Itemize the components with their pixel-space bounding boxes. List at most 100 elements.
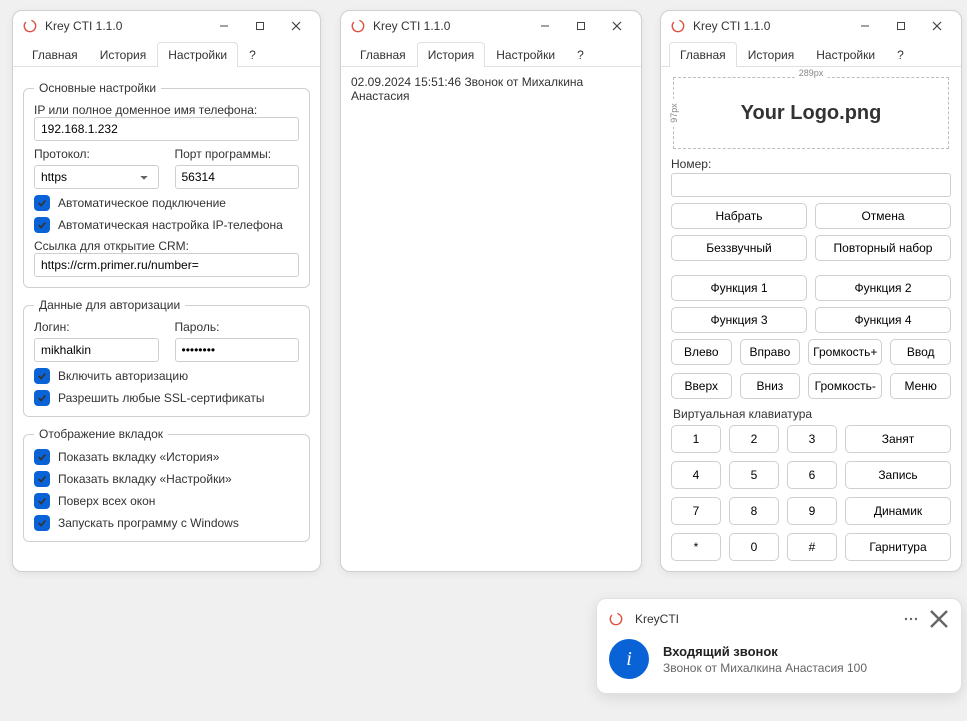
close-icon[interactable] <box>929 609 949 629</box>
up-button[interactable]: Вверх <box>671 373 732 399</box>
function-4-button[interactable]: Функция 4 <box>815 307 951 333</box>
window-history: Krey CTI 1.1.0 Главная История Настройки… <box>340 10 642 572</box>
tabs: Главная История Настройки ? <box>341 41 641 67</box>
number-input[interactable] <box>671 173 951 197</box>
number-label: Номер: <box>671 157 711 171</box>
tabs: Главная История Настройки ? <box>13 41 320 67</box>
auto-connect-checkbox[interactable]: Автоматическое подключение <box>34 195 299 211</box>
show-history-label: Показать вкладку «История» <box>58 450 219 464</box>
more-icon[interactable] <box>901 609 921 629</box>
tab-help[interactable]: ? <box>238 42 267 67</box>
speaker-button[interactable]: Динамик <box>845 497 951 525</box>
minimize-button[interactable] <box>847 14 883 38</box>
window-title: Krey CTI 1.1.0 <box>693 19 770 33</box>
ip-label: IP или полное доменное имя телефона: <box>34 103 257 117</box>
password-input[interactable] <box>175 338 300 362</box>
auto-config-checkbox[interactable]: Автоматическая настройка IP-телефона <box>34 217 299 233</box>
tab-settings[interactable]: Настройки <box>805 42 886 67</box>
tab-settings[interactable]: Настройки <box>485 42 566 67</box>
logo-placeholder[interactable]: 289px 97px Your Logo.png <box>673 77 949 149</box>
password-label: Пароль: <box>175 320 300 334</box>
toast-app-name: KreyCTI <box>635 612 679 626</box>
close-button[interactable] <box>599 14 635 38</box>
down-button[interactable]: Вниз <box>740 373 801 399</box>
key-3[interactable]: 3 <box>787 425 837 453</box>
key-5[interactable]: 5 <box>729 461 779 489</box>
key-9[interactable]: 9 <box>787 497 837 525</box>
silent-button[interactable]: Беззвучный <box>671 235 807 261</box>
tab-history[interactable]: История <box>737 42 806 67</box>
maximize-button[interactable] <box>563 14 599 38</box>
check-icon <box>34 195 50 211</box>
tab-main[interactable]: Главная <box>349 42 417 67</box>
tab-main[interactable]: Главная <box>669 42 737 67</box>
dial-button[interactable]: Набрать <box>671 203 807 229</box>
key-hash[interactable]: # <box>787 533 837 561</box>
tab-help[interactable]: ? <box>886 42 915 67</box>
tabs: Главная История Настройки ? <box>661 41 961 67</box>
autostart-checkbox[interactable]: Запускать программу с Windows <box>34 515 299 531</box>
app-icon <box>609 612 623 626</box>
show-settings-label: Показать вкладку «Настройки» <box>58 472 232 486</box>
port-label: Порт программы: <box>175 147 300 161</box>
topmost-checkbox[interactable]: Поверх всех окон <box>34 493 299 509</box>
group-tabs-title: Отображение вкладок <box>34 427 168 441</box>
busy-button[interactable]: Занят <box>845 425 951 453</box>
close-button[interactable] <box>278 14 314 38</box>
ip-input[interactable] <box>34 117 299 141</box>
show-history-checkbox[interactable]: Показать вкладку «История» <box>34 449 299 465</box>
record-button[interactable]: Запись <box>845 461 951 489</box>
port-input[interactable] <box>175 165 300 189</box>
autostart-label: Запускать программу с Windows <box>58 516 239 530</box>
cancel-button[interactable]: Отмена <box>815 203 951 229</box>
group-tabs: Отображение вкладок Показать вкладку «Ис… <box>23 427 310 542</box>
key-star[interactable]: * <box>671 533 721 561</box>
crm-link-input[interactable] <box>34 253 299 277</box>
maximize-button[interactable] <box>242 14 278 38</box>
notification-toast[interactable]: KreyCTI i Входящий звонок Звонок от Миха… <box>596 598 962 694</box>
group-auth: Данные для авторизации Логин: Пароль: Вк… <box>23 298 310 417</box>
auto-connect-label: Автоматическое подключение <box>58 196 226 210</box>
key-8[interactable]: 8 <box>729 497 779 525</box>
tab-history[interactable]: История <box>89 42 158 67</box>
key-1[interactable]: 1 <box>671 425 721 453</box>
enter-button[interactable]: Ввод <box>890 339 951 365</box>
tab-help[interactable]: ? <box>566 42 595 67</box>
vol-up-button[interactable]: Громкость+ <box>808 339 882 365</box>
key-7[interactable]: 7 <box>671 497 721 525</box>
menu-button[interactable]: Меню <box>890 373 951 399</box>
close-button[interactable] <box>919 14 955 38</box>
logo-text: Your Logo.png <box>741 102 882 125</box>
minimize-button[interactable] <box>206 14 242 38</box>
toast-header: KreyCTI <box>609 609 949 629</box>
auto-config-label: Автоматическая настройка IP-телефона <box>58 218 283 232</box>
maximize-button[interactable] <box>883 14 919 38</box>
key-0[interactable]: 0 <box>729 533 779 561</box>
key-4[interactable]: 4 <box>671 461 721 489</box>
login-input[interactable] <box>34 338 159 362</box>
allow-ssl-checkbox[interactable]: Разрешить любые SSL-сертификаты <box>34 390 299 406</box>
protocol-label: Протокол: <box>34 147 159 161</box>
left-button[interactable]: Влево <box>671 339 732 365</box>
enable-auth-checkbox[interactable]: Включить авторизацию <box>34 368 299 384</box>
titlebar: Krey CTI 1.1.0 <box>661 11 961 41</box>
crm-link-label: Ссылка для открытие CRM: <box>34 239 299 253</box>
key-6[interactable]: 6 <box>787 461 837 489</box>
history-entry[interactable]: 02.09.2024 15:51:46 Звонок от Михалкина … <box>351 75 631 103</box>
minimize-button[interactable] <box>527 14 563 38</box>
right-button[interactable]: Вправо <box>740 339 801 365</box>
function-2-button[interactable]: Функция 2 <box>815 275 951 301</box>
tab-settings[interactable]: Настройки <box>157 42 238 67</box>
vol-down-button[interactable]: Громкость- <box>808 373 882 399</box>
info-icon: i <box>609 639 649 679</box>
show-settings-checkbox[interactable]: Показать вкладку «Настройки» <box>34 471 299 487</box>
function-3-button[interactable]: Функция 3 <box>671 307 807 333</box>
redial-button[interactable]: Повторный набор <box>815 235 951 261</box>
function-1-button[interactable]: Функция 1 <box>671 275 807 301</box>
group-auth-title: Данные для авторизации <box>34 298 185 312</box>
window-title: Krey CTI 1.1.0 <box>373 19 450 33</box>
protocol-select[interactable]: https <box>34 165 159 189</box>
tab-main[interactable]: Главная <box>21 42 89 67</box>
tab-history[interactable]: История <box>417 42 486 67</box>
key-2[interactable]: 2 <box>729 425 779 453</box>
